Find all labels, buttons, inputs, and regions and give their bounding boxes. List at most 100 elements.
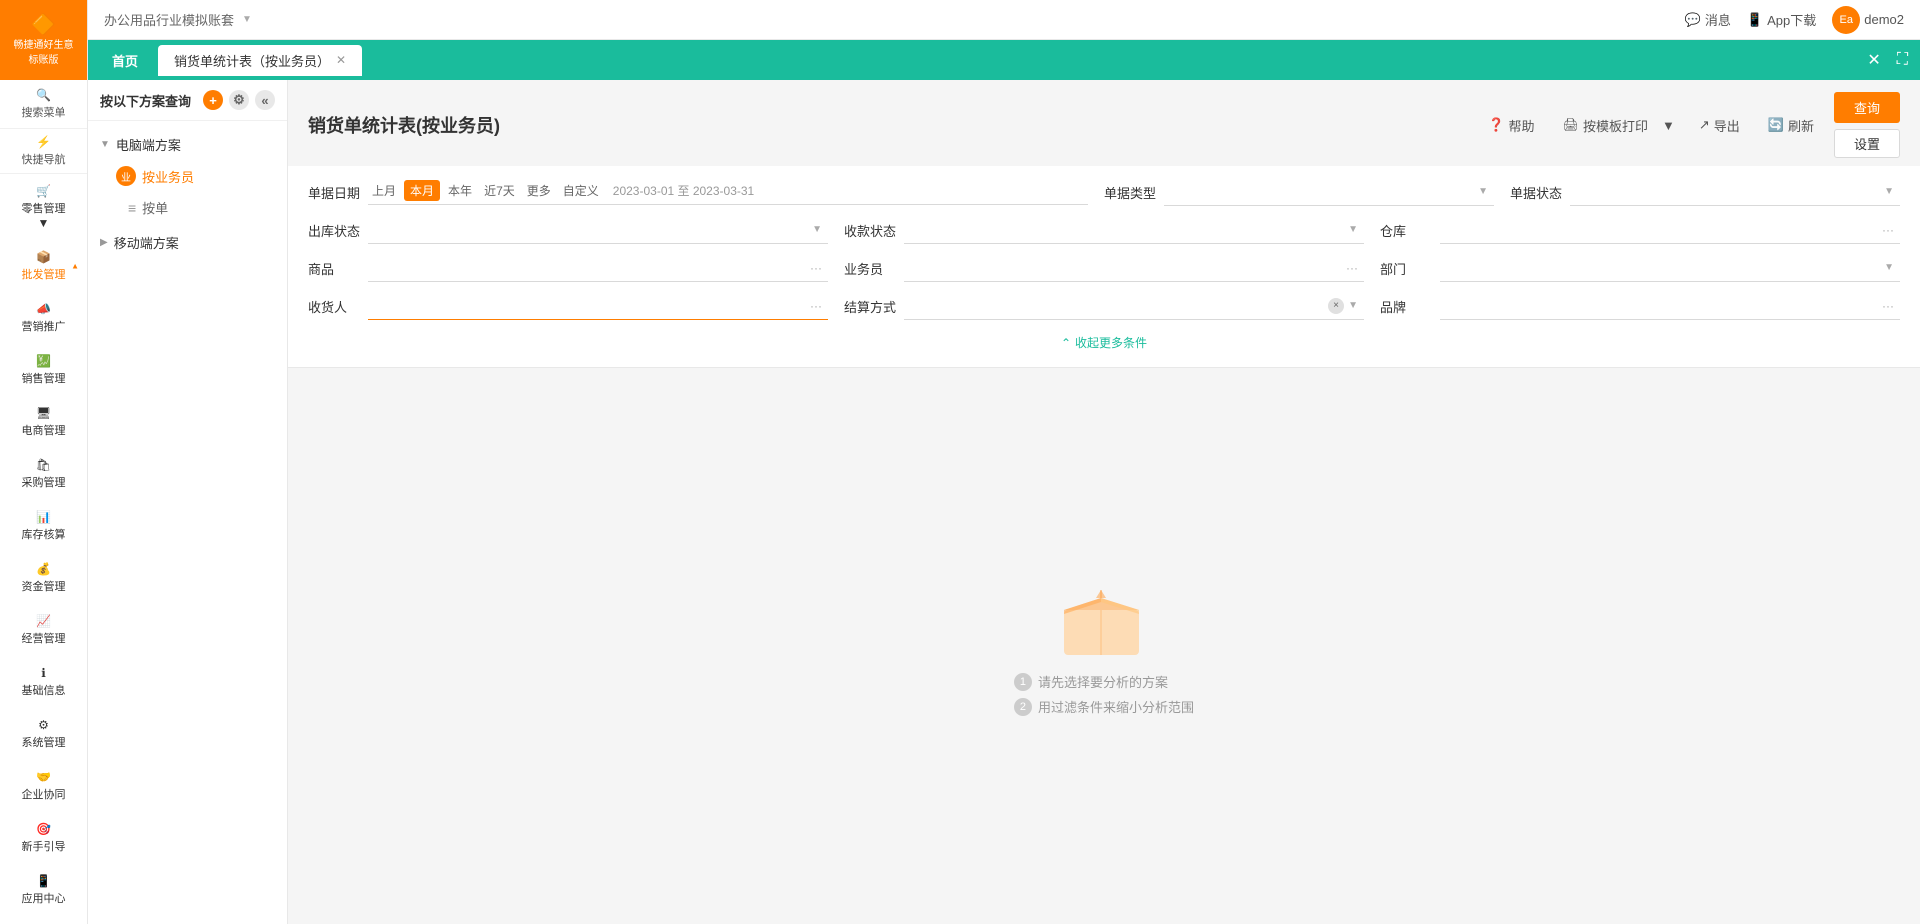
doctype-control[interactable]: ▼ bbox=[1164, 178, 1494, 206]
avatar: Ea bbox=[1832, 6, 1860, 34]
date-tag-custom[interactable]: 自定义 bbox=[559, 180, 603, 201]
docstatus-control[interactable]: ▼ bbox=[1570, 178, 1900, 206]
filter-row-2: 出库状态 ▼ 收款状态 ▼ 仓库 bbox=[308, 216, 1900, 244]
sidebar-item-retail[interactable]: 🛒 零售管理 bbox=[0, 174, 87, 240]
user-profile[interactable]: Ea demo2 bbox=[1832, 6, 1904, 34]
message-btn[interactable]: 💬 消息 bbox=[1685, 10, 1731, 29]
scheme-item-by-order[interactable]: ≡ 按单 bbox=[88, 192, 287, 223]
salesperson-control[interactable]: ··· bbox=[904, 254, 1364, 282]
scheme-group-desktop-title[interactable]: ▼ 电脑端方案 bbox=[88, 129, 287, 160]
sidebar-item-basic[interactable]: ℹ 基础信息 bbox=[0, 656, 87, 708]
sidebar-item-purchase[interactable]: 🛍 采购管理 bbox=[0, 448, 87, 500]
sidebar-item-quicknav[interactable]: ⚡ 快捷导航 bbox=[0, 129, 87, 174]
date-tag-more[interactable]: 更多 bbox=[523, 180, 555, 201]
sidebar-wholesale-label: 批发管理 bbox=[4, 266, 83, 282]
date-tag-7days[interactable]: 近7天 bbox=[480, 180, 519, 201]
breadcrumb[interactable]: 办公用品行业模拟账套 bbox=[104, 10, 234, 29]
goods-control[interactable]: ··· bbox=[368, 254, 828, 282]
sidebar-item-corp[interactable]: 🤝 企业协同 bbox=[0, 760, 87, 812]
topbar-right: 💬 消息 📱 App下载 Ea demo2 bbox=[1685, 6, 1904, 34]
docstatus-label: 单据状态 bbox=[1510, 183, 1562, 202]
tab-close-icon[interactable]: ✕ bbox=[336, 53, 346, 67]
app-logo[interactable]: 🔶 畅捷通好生意标账版 bbox=[0, 0, 87, 80]
settlement-clear-btn[interactable]: × bbox=[1328, 298, 1344, 314]
settings-btn[interactable]: 设置 bbox=[1834, 129, 1900, 158]
empty-svg-icon bbox=[1044, 570, 1164, 660]
help-label: 帮助 bbox=[1508, 116, 1534, 135]
warehouse-control[interactable]: ··· bbox=[1440, 216, 1900, 244]
receiver-control[interactable]: ··· bbox=[368, 292, 828, 320]
query-btn[interactable]: 查询 bbox=[1834, 92, 1900, 123]
tab-close-all-btn[interactable]: ✕ bbox=[1863, 46, 1884, 74]
sales-icon: 💹 bbox=[36, 354, 51, 368]
doctype-label: 单据类型 bbox=[1104, 183, 1156, 202]
date-tag-thismonth[interactable]: 本月 bbox=[404, 180, 440, 201]
scheme-group-mobile-title[interactable]: ▶ 移动端方案 bbox=[88, 227, 287, 258]
warehouse-dots-icon: ··· bbox=[1882, 223, 1894, 237]
sidebar-item-wholesale[interactable]: 📦 批发管理 bbox=[0, 240, 87, 292]
empty-hint-text-2: 用过滤条件来缩小分析范围 bbox=[1038, 697, 1194, 716]
scheme-group-mobile-label: 移动端方案 bbox=[114, 233, 179, 252]
tab-home-label: 首页 bbox=[112, 51, 138, 70]
collapse-conditions-btn[interactable]: ⌃ 收起更多条件 bbox=[308, 330, 1900, 355]
left-panel-actions: + ⚙ « bbox=[203, 90, 275, 110]
sidebar-item-sales[interactable]: 💹 销售管理 bbox=[0, 344, 87, 396]
help-icon: ❓ bbox=[1488, 117, 1504, 133]
tab-expand-btn[interactable]: ⛶ bbox=[1893, 47, 1912, 73]
retail-icon: 🛒 bbox=[36, 184, 51, 198]
goods-label: 商品 bbox=[308, 259, 360, 278]
sidebar-item-newbie[interactable]: 🎯 新手引导 bbox=[0, 812, 87, 864]
sidebar-system-label: 系统管理 bbox=[4, 734, 83, 750]
refresh-icon: 🔄 bbox=[1768, 117, 1784, 133]
sidebar-item-search[interactable]: 🔍 搜索菜单 bbox=[0, 80, 87, 129]
left-panel-body: ▼ 电脑端方案 业 按业务员 ≡ 按单 ▶ 移 bbox=[88, 121, 287, 270]
sidebar-item-ops[interactable]: 📈 经营管理 bbox=[0, 604, 87, 656]
print-btn[interactable]: 🖨 按模板打印 bbox=[1554, 112, 1656, 139]
export-btn[interactable]: ↗ 导出 bbox=[1691, 112, 1748, 139]
tab-sales-stat[interactable]: 销货单统计表（按业务员） ✕ bbox=[158, 45, 362, 76]
sidebar-item-wechat[interactable]: 💬 企业微信 bbox=[0, 916, 87, 924]
sidebar-item-inventory[interactable]: 📊 库存核算 bbox=[0, 500, 87, 552]
sidebar-item-system[interactable]: ⚙ 系统管理 bbox=[0, 708, 87, 760]
date-filter-control[interactable]: 上月 本月 本年 近7天 更多 自定义 2023-03-01 至 2023-03… bbox=[368, 180, 1088, 205]
page-content: 按以下方案查询 + ⚙ « ▼ bbox=[88, 80, 1920, 924]
message-icon: 💬 bbox=[1685, 12, 1701, 28]
brand-control[interactable]: ··· bbox=[1440, 292, 1900, 320]
scheme-salesperson-label: 按业务员 bbox=[142, 167, 194, 186]
scheme-item-by-salesperson[interactable]: 业 按业务员 bbox=[88, 160, 287, 192]
print-label: 按模板打印 bbox=[1583, 116, 1648, 135]
receiptstatus-arrow-icon: ▼ bbox=[1348, 224, 1358, 235]
app-download-btn[interactable]: 📱 App下载 bbox=[1747, 10, 1816, 29]
help-btn[interactable]: ❓ 帮助 bbox=[1480, 112, 1542, 139]
hint-num-2: 2 bbox=[1014, 698, 1032, 716]
filter-docstatus-item: 单据状态 ▼ bbox=[1510, 178, 1900, 206]
sidebar-marketing-label: 营销推广 bbox=[4, 318, 83, 334]
salesperson-dots-icon: ··· bbox=[1346, 261, 1358, 275]
tab-home[interactable]: 首页 bbox=[96, 45, 154, 76]
empty-state: 1 请先选择要分析的方案 2 用过滤条件来缩小分析范围 bbox=[1014, 570, 1194, 722]
print-dropdown-btn[interactable]: ▼ bbox=[1658, 114, 1679, 137]
receiptstatus-control[interactable]: ▼ bbox=[904, 216, 1364, 244]
date-tag-thisyear[interactable]: 本年 bbox=[444, 180, 476, 201]
sidebar-item-apps[interactable]: 📱 应用中心 bbox=[0, 864, 87, 916]
date-label: 单据日期 bbox=[308, 183, 360, 202]
filter-date-item: 单据日期 上月 本月 本年 近7天 更多 自定义 2023-03-01 至 20… bbox=[308, 180, 1088, 205]
collapse-panel-btn[interactable]: « bbox=[255, 90, 275, 110]
date-tag-lastmonth[interactable]: 上月 bbox=[368, 180, 400, 201]
page-title: 销货单统计表(按业务员) bbox=[308, 112, 500, 138]
inventory-icon: 📊 bbox=[36, 510, 51, 524]
dept-control[interactable]: ▼ bbox=[1440, 254, 1900, 282]
sidebar-item-marketing[interactable]: 📣 营销推广 bbox=[0, 292, 87, 344]
sidebar-item-ecom[interactable]: 🖥 电商管理 bbox=[0, 396, 87, 448]
add-scheme-btn[interactable]: + bbox=[203, 90, 223, 110]
settlement-control[interactable]: × ▼ bbox=[904, 292, 1364, 320]
settings-scheme-btn[interactable]: ⚙ bbox=[229, 90, 249, 110]
sidebar-inventory-label: 库存核算 bbox=[4, 526, 83, 542]
left-panel-header: 按以下方案查询 + ⚙ « bbox=[88, 80, 287, 121]
avatar-text: Ea bbox=[1840, 14, 1853, 26]
sidebar-item-finance[interactable]: 💰 资金管理 bbox=[0, 552, 87, 604]
docstatus-arrow-icon: ▼ bbox=[1884, 186, 1894, 197]
refresh-btn[interactable]: 🔄 刷新 bbox=[1760, 112, 1822, 139]
export-icon: ↗ bbox=[1699, 117, 1710, 133]
outstatus-control[interactable]: ▼ bbox=[368, 216, 828, 244]
